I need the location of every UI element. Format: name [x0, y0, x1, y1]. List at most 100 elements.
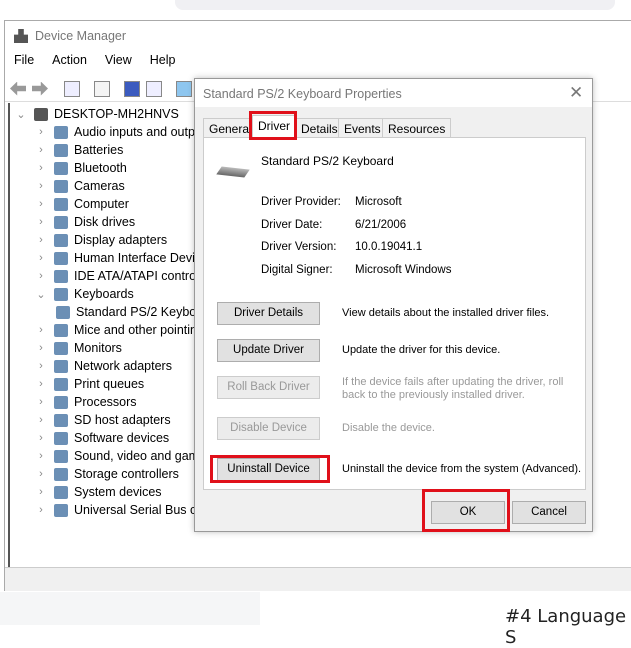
disable-device-button[interactable]: Disable Device	[217, 417, 320, 440]
driver-details-button[interactable]: Driver Details	[217, 302, 320, 325]
tree-item[interactable]: › SD host adapters	[36, 411, 170, 429]
view-icon[interactable]	[146, 80, 162, 97]
tree-child-item[interactable]: Standard PS/2 Keyboard	[56, 303, 214, 321]
properties-dialog: Standard PS/2 Keyboard Properties ✕ Gene…	[194, 78, 593, 532]
chevron-right-icon[interactable]: ›	[36, 234, 46, 246]
menu-file[interactable]: File	[5, 53, 43, 73]
device-category-icon	[54, 251, 68, 265]
device-category-icon	[54, 395, 68, 409]
tree-item[interactable]: › Network adapters	[36, 357, 172, 375]
tree-item-label: Network adapters	[74, 359, 172, 373]
device-category-icon	[54, 359, 68, 373]
chevron-right-icon[interactable]: ›	[36, 360, 46, 372]
tree-item[interactable]: › Computer	[36, 195, 129, 213]
device-category-icon	[54, 503, 68, 517]
tree-item-label: Bluetooth	[74, 161, 127, 175]
tree-item[interactable]: › Print queues	[36, 375, 144, 393]
tree-root[interactable]: ⌄ DESKTOP-MH2HNVS	[16, 105, 179, 123]
device-category-icon	[54, 125, 68, 139]
chevron-right-icon[interactable]: ›	[36, 342, 46, 354]
page-heading: #4 Language S	[505, 606, 627, 648]
chevron-right-icon[interactable]: ›	[36, 486, 46, 498]
device-category-icon	[54, 179, 68, 193]
tree-item-label: Software devices	[74, 431, 170, 445]
chevron-right-icon[interactable]: ›	[36, 468, 46, 480]
tree-item[interactable]: ⌄ Keyboards	[36, 285, 133, 303]
tree-item-label: Print queues	[74, 377, 145, 391]
update-driver-button[interactable]: Update Driver	[217, 339, 320, 362]
tree-item[interactable]: › Processors	[36, 393, 136, 411]
tab-events[interactable]: Events	[338, 118, 387, 138]
tree-root-label: DESKTOP-MH2HNVS	[54, 107, 179, 121]
scan-icon[interactable]	[176, 80, 192, 97]
info-label: Driver Version:	[261, 241, 337, 253]
device-category-icon	[54, 323, 68, 337]
help-icon[interactable]	[124, 80, 140, 97]
tree-item[interactable]: › Software devices	[36, 429, 169, 447]
chevron-right-icon[interactable]: ›	[36, 432, 46, 444]
chevron-right-icon[interactable]: ›	[36, 504, 46, 516]
tree-item[interactable]: › IDE ATA/ATAPI controllers	[36, 267, 219, 285]
device-category-icon	[54, 485, 68, 499]
device-category-icon	[54, 377, 68, 391]
info-label: Digital Signer:	[261, 263, 333, 276]
forward-icon[interactable]	[32, 82, 48, 96]
tree-item[interactable]: › System devices	[36, 483, 161, 501]
chevron-right-icon[interactable]: ›	[36, 162, 46, 174]
chevron-right-icon[interactable]: ›	[36, 270, 46, 282]
device-category-icon	[54, 413, 68, 427]
menu-view[interactable]: View	[96, 53, 141, 73]
chevron-right-icon[interactable]: ›	[36, 198, 46, 210]
action-description: Uninstall the device from the system (Ad…	[342, 463, 582, 475]
cancel-button[interactable]: Cancel	[512, 501, 586, 524]
chevron-right-icon[interactable]: ›	[36, 180, 46, 192]
tree-item[interactable]: › Storage controllers	[36, 465, 179, 483]
list-icon[interactable]	[94, 80, 110, 97]
chevron-right-icon[interactable]: ›	[36, 144, 46, 156]
chevron-right-icon[interactable]: ›	[36, 450, 46, 462]
computer-icon	[34, 107, 48, 121]
roll-back-driver-button[interactable]: Roll Back Driver	[217, 376, 320, 399]
chevron-right-icon[interactable]: ›	[36, 396, 46, 408]
info-value: 10.0.19041.1	[355, 241, 423, 253]
close-icon[interactable]: ✕	[569, 83, 583, 103]
chevron-right-icon[interactable]: ›	[36, 216, 46, 228]
action-description: If the device fails after updating the d…	[342, 376, 564, 401]
chevron-down-icon[interactable]: ⌄	[36, 288, 46, 301]
info-label: Driver Provider:	[261, 196, 341, 208]
tab-details[interactable]: Details	[295, 118, 344, 138]
tree-item[interactable]: › Display adapters	[36, 231, 167, 249]
chevron-right-icon[interactable]: ›	[36, 252, 46, 264]
tab-resources[interactable]: Resources	[382, 118, 452, 138]
properties-icon[interactable]	[64, 80, 80, 97]
tree-item-label: Cameras	[74, 179, 125, 193]
tree-item-label: Audio inputs and outputs	[74, 125, 212, 139]
tree-item[interactable]: › Bluetooth	[36, 159, 127, 177]
tree-item[interactable]: › Audio inputs and outputs	[36, 123, 212, 141]
chevron-right-icon[interactable]: ›	[36, 414, 46, 426]
tree-item-label: Disk drives	[74, 215, 136, 229]
back-icon[interactable]	[10, 81, 26, 96]
device-category-icon	[54, 233, 68, 247]
chevron-right-icon[interactable]: ›	[36, 378, 46, 390]
tree-item[interactable]: › Monitors	[36, 339, 122, 357]
chevron-right-icon[interactable]: ›	[36, 324, 46, 336]
tree-item[interactable]: › Human Interface Devices	[36, 249, 214, 267]
menu-action[interactable]: Action	[43, 53, 96, 73]
tree-item-label: Storage controllers	[74, 467, 179, 481]
device-category-icon	[54, 341, 68, 355]
info-value: 6/21/2006	[355, 218, 407, 231]
tree-item[interactable]: › Disk drives	[36, 213, 135, 231]
tree-item[interactable]: › Batteries	[36, 141, 123, 159]
menu-help[interactable]: Help	[141, 53, 185, 73]
highlight-uninstall-button	[210, 455, 330, 483]
tree-item-label: Computer	[74, 197, 129, 211]
chevron-down-icon[interactable]: ⌄	[16, 108, 26, 121]
tree-item[interactable]: › Cameras	[36, 177, 125, 195]
status-bar	[5, 567, 631, 591]
device-category-icon	[54, 143, 68, 157]
device-category-icon	[54, 467, 68, 481]
chevron-right-icon[interactable]: ›	[36, 126, 46, 138]
page-sidebar-strip	[0, 592, 260, 625]
action-description: Disable the device.	[342, 422, 435, 434]
